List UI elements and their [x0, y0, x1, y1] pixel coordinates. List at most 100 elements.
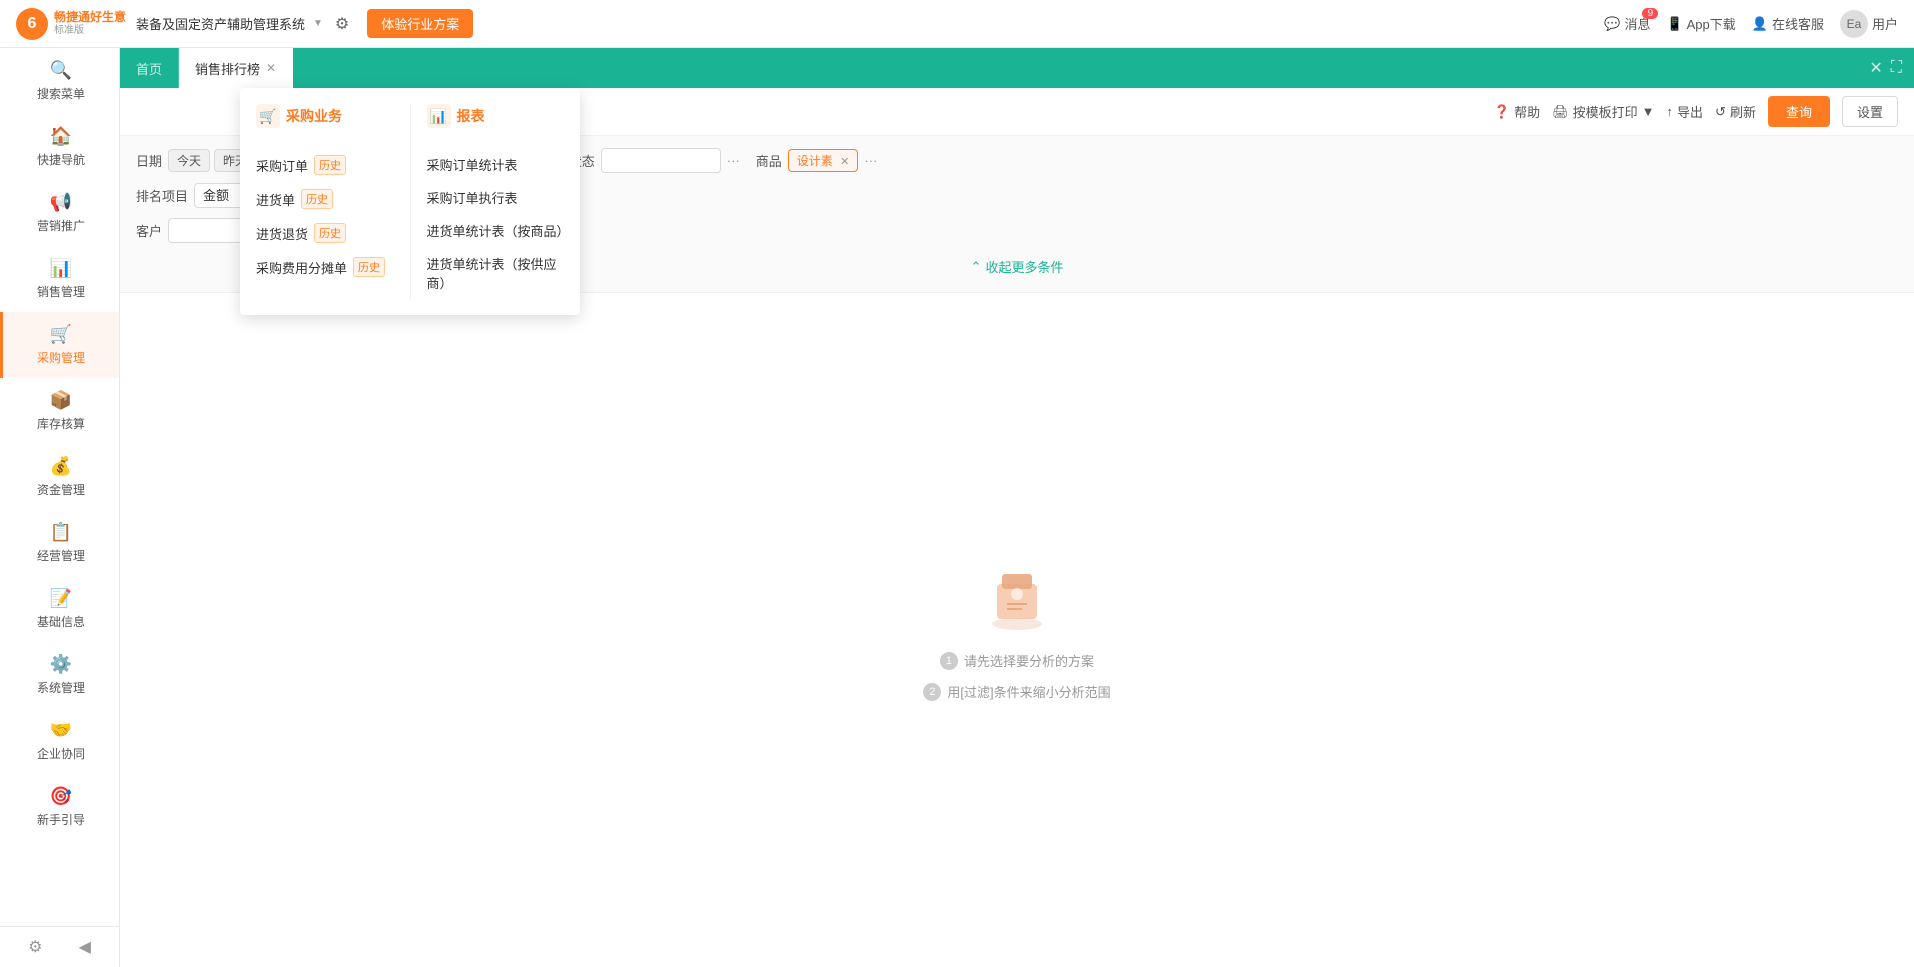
- sidebar-label-basic: 基础信息: [37, 613, 85, 630]
- sidebar-item-inventory[interactable]: 📦 库存核算: [0, 378, 119, 444]
- settings-icon[interactable]: ⚙: [335, 14, 349, 34]
- tab-expand-btn[interactable]: ⛶: [1891, 59, 1902, 77]
- marketing-icon: 📢: [50, 192, 72, 213]
- industry-btn[interactable]: 体验行业方案: [367, 9, 473, 38]
- dropdown-item-receipt-by-goods[interactable]: 进货单统计表（按商品）: [427, 214, 565, 247]
- sidebar-item-system[interactable]: ⚙️ 系统管理: [0, 642, 119, 708]
- sidebar-label-collab: 企业协同: [37, 745, 85, 762]
- dropdown-item-po-label: 采购订单: [256, 156, 308, 175]
- query-btn[interactable]: 查询: [1768, 96, 1830, 127]
- rank-filter-label: 排名项目: [136, 186, 188, 205]
- sidebar-label-sales: 销售管理: [37, 283, 85, 300]
- header-right: 💬 消息 9 📱 App下载 👤 在线客服 Ea 用户: [1604, 10, 1898, 38]
- dropdown-item-po-history: 历史: [314, 155, 346, 175]
- tab-bar: 首页 销售排行榜 ✕ ✕ ⛶: [120, 48, 1914, 88]
- dropdown-item-return[interactable]: 进货退货 历史: [256, 216, 394, 250]
- service-icon: 👤: [1752, 16, 1768, 32]
- sales-icon: 📊: [50, 258, 72, 279]
- print-dropdown-icon[interactable]: ▼: [1642, 104, 1655, 119]
- dropdown-item-receipt-by-supplier-label: 进货单统计表（按供应商）: [427, 254, 565, 292]
- tab-sales-rank[interactable]: 销售排行榜 ✕: [179, 48, 293, 88]
- user-item[interactable]: Ea 用户: [1840, 10, 1898, 38]
- sidebar-settings-btn[interactable]: ⚙: [28, 937, 42, 957]
- service-item[interactable]: 👤 在线客服: [1752, 14, 1824, 33]
- dropdown-col-purchase: 🛒 采购业务 采购订单 历史 进货单 历史 进货退货 历史: [240, 104, 410, 299]
- status-dots[interactable]: ···: [727, 153, 740, 168]
- sidebar-item-operation[interactable]: 📋 经营管理: [0, 510, 119, 576]
- purchase-menu-icon: 🛒: [256, 104, 280, 128]
- empty-tip-2-wrap: 2 用[过滤]条件来缩小分析范围: [923, 682, 1110, 701]
- dropdown-menu: 🛒 采购业务 采购订单 历史 进货单 历史 进货退货 历史: [240, 88, 580, 315]
- dropdown-item-po-exec-label: 采购订单执行表: [427, 188, 518, 207]
- dropdown-item-expense[interactable]: 采购费用分摊单 历史: [256, 250, 394, 284]
- message-badge: 9: [1642, 8, 1658, 19]
- logo-title: 畅捷通好生意: [54, 10, 126, 24]
- guide-icon: 🎯: [50, 786, 72, 807]
- empty-tip-1: 请先选择要分析的方案: [964, 651, 1094, 670]
- customer-filter-label: 客户: [136, 221, 162, 240]
- tab-sales-rank-close[interactable]: ✕: [266, 61, 276, 75]
- sidebar-label-nav: 快捷导航: [37, 151, 85, 168]
- user-label: 用户: [1872, 14, 1898, 33]
- sidebar-label-guide: 新手引导: [37, 811, 85, 828]
- refresh-btn[interactable]: ↺ 刷新: [1715, 102, 1756, 121]
- sidebar-item-nav[interactable]: 🏠 快捷导航: [0, 114, 119, 180]
- service-label: 在线客服: [1772, 14, 1824, 33]
- dropdown-item-receipt-by-supplier[interactable]: 进货单统计表（按供应商）: [427, 247, 565, 299]
- app-download-item[interactable]: 📱 App下载: [1666, 14, 1735, 33]
- refresh-label: 刷新: [1730, 102, 1756, 121]
- sidebar-item-search[interactable]: 🔍 搜索菜单: [0, 48, 119, 114]
- dropdown-item-receipt[interactable]: 进货单 历史: [256, 182, 394, 216]
- dropdown-item-expense-history: 历史: [353, 257, 385, 277]
- sidebar-item-collab[interactable]: 🤝 企业协同: [0, 708, 119, 774]
- empty-tip-2: 用[过滤]条件来缩小分析范围: [947, 682, 1110, 701]
- status-select[interactable]: [601, 148, 721, 173]
- basic-icon: 📝: [50, 588, 72, 609]
- date-filter-label: 日期: [136, 151, 162, 170]
- tab-home-label: 首页: [136, 59, 162, 78]
- sidebar-item-marketing[interactable]: 📢 营销推广: [0, 180, 119, 246]
- sidebar-footer: ⚙ ◀: [0, 926, 119, 967]
- finance-icon: 💰: [50, 456, 72, 477]
- sidebar-item-basic[interactable]: 📝 基础信息: [0, 576, 119, 642]
- export-btn[interactable]: ↑ 导出: [1667, 102, 1704, 121]
- top-header: 6 畅捷通好生意 标准版 装备及固定资产辅助管理系统 ▼ ⚙ 体验行业方案 💬 …: [0, 0, 1914, 48]
- logo-text-block: 畅捷通好生意 标准版: [54, 10, 126, 36]
- sidebar-label-purchase: 采购管理: [37, 349, 85, 366]
- tab-home[interactable]: 首页: [120, 48, 179, 88]
- system-title: 装备及固定资产辅助管理系统: [136, 14, 305, 33]
- export-icon: ↑: [1667, 104, 1674, 119]
- tab-close-all-btn[interactable]: ✕: [1869, 58, 1882, 78]
- goods-tag-close[interactable]: ✕: [840, 156, 849, 168]
- report-col-label: 报表: [457, 106, 485, 126]
- sidebar-item-sales[interactable]: 📊 销售管理: [0, 246, 119, 312]
- logo-sub: 标准版: [54, 25, 126, 37]
- goods-filter-label: 商品: [756, 151, 782, 170]
- search-icon: 🔍: [50, 60, 72, 81]
- dropdown-item-po[interactable]: 采购订单 历史: [256, 148, 394, 182]
- dropdown-item-return-label: 进货退货: [256, 224, 308, 243]
- inventory-icon: 📦: [50, 390, 72, 411]
- help-label: 帮助: [1514, 102, 1540, 121]
- goods-filter-group: 商品 设计素 ✕ ···: [756, 149, 878, 172]
- tab-sales-rank-label: 销售排行榜: [195, 59, 260, 78]
- dropdown-item-po-stats[interactable]: 采购订单统计表: [427, 148, 565, 181]
- system-dropdown-arrow[interactable]: ▼: [313, 18, 323, 29]
- sidebar-collapse-btn[interactable]: ◀: [79, 937, 91, 957]
- sidebar-label-search: 搜索菜单: [37, 85, 85, 102]
- print-btn[interactable]: 🖨 按模板打印 ▼: [1552, 102, 1654, 121]
- date-shortcut-today[interactable]: 今天: [168, 149, 210, 172]
- sidebar-item-finance[interactable]: 💰 资金管理: [0, 444, 119, 510]
- dropdown-item-po-stats-label: 采购订单统计表: [427, 155, 518, 174]
- goods-dots[interactable]: ···: [864, 153, 877, 168]
- sidebar-item-guide[interactable]: 🎯 新手引导: [0, 774, 119, 840]
- sidebar-item-purchase[interactable]: 🛒 采购管理: [0, 312, 119, 378]
- message-item[interactable]: 💬 消息 9: [1604, 14, 1650, 33]
- dropdown-col-report: 📊 报表 采购订单统计表 采购订单执行表 进货单统计表（按商品） 进货单统计表（…: [410, 104, 581, 299]
- goods-tag[interactable]: 设计素 ✕: [788, 149, 859, 172]
- dropdown-item-po-exec[interactable]: 采购订单执行表: [427, 181, 565, 214]
- collapse-btn[interactable]: ⌃ 收起更多条件: [971, 253, 1064, 280]
- settings-btn[interactable]: 设置: [1842, 96, 1898, 127]
- home-icon: 🏠: [50, 126, 72, 147]
- help-btn[interactable]: ❓ 帮助: [1494, 102, 1540, 121]
